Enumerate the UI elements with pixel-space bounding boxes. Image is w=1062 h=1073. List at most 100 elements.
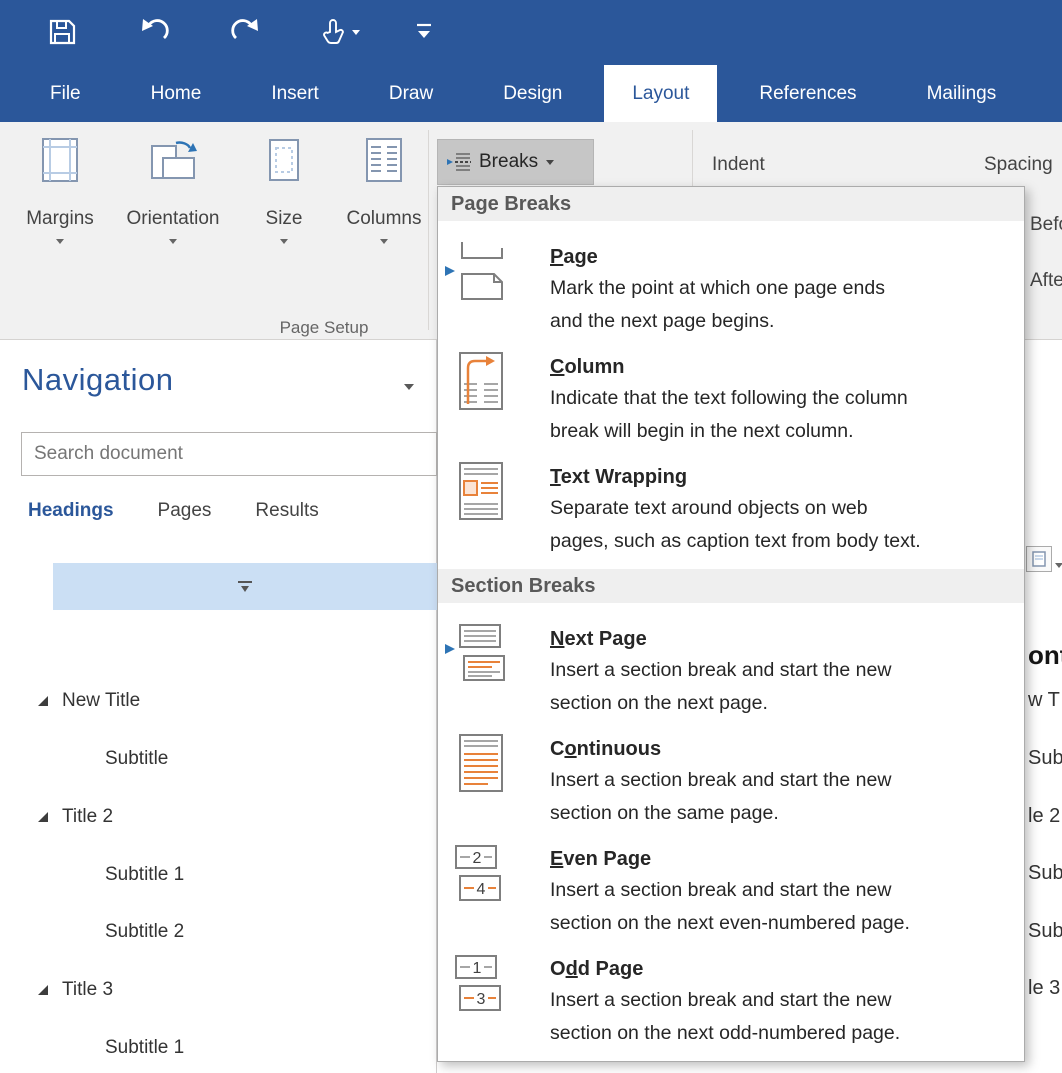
touch-mode-button[interactable] (304, 8, 376, 56)
column-break-icon (459, 352, 503, 410)
nav-tab-pages[interactable]: Pages (158, 500, 212, 522)
navigation-pane: Navigation Headings Pages Results New Ti… (0, 340, 437, 1073)
save-icon (49, 19, 76, 45)
nav-item-label: Subtitle (105, 748, 169, 769)
chevron-down-icon (380, 239, 388, 244)
orientation-button[interactable]: Orientation (118, 136, 228, 244)
document-text-fragment: le 3 (1028, 977, 1061, 999)
tab-draw[interactable]: Draw (361, 65, 461, 122)
breaks-menu-item-text-wrapping[interactable]: Text Wrapping Separate text around objec… (438, 441, 1024, 551)
section-breaks-section-header: Section Breaks (438, 569, 1024, 603)
menu-item-description: Separate text around objects on web page… (550, 497, 921, 551)
nav-tab-results[interactable]: Results (255, 500, 318, 522)
nav-item-label: Title 3 (62, 979, 114, 1000)
spacing-before-label-partial: Befo (1030, 214, 1062, 235)
nav-item-label: Title 2 (62, 806, 114, 827)
svg-text:1: 1 (473, 960, 482, 977)
tab-file[interactable]: File (22, 65, 109, 122)
tab-references[interactable]: References (731, 65, 884, 122)
nav-item-new-title[interactable]: New Title (0, 681, 436, 721)
menu-item-description: Mark the point at which one page ends an… (550, 277, 885, 331)
breaks-menu-item-continuous[interactable]: Continuous Insert a section break and st… (438, 713, 1024, 823)
breaks-button[interactable]: Breaks (437, 139, 594, 185)
document-text-fragment: Sub (1028, 747, 1062, 769)
document-top-marker-icon (238, 580, 252, 592)
navigation-tabs: Headings Pages Results (28, 500, 319, 522)
menu-item-title: Even Page (550, 848, 652, 870)
navigation-options-caret[interactable] (404, 384, 414, 390)
nav-item-label: Subtitle 1 (105, 864, 185, 885)
nav-item-label: New Title (62, 690, 141, 711)
nav-item-subtitle-1[interactable]: Subtitle 1 (0, 855, 436, 895)
partial-dropdown-button[interactable] (1026, 546, 1062, 572)
tab-home[interactable]: Home (123, 65, 230, 122)
size-icon (269, 139, 299, 181)
page-break-small-icon (447, 153, 471, 171)
collapse-triangle-icon[interactable] (38, 696, 48, 706)
spacing-after-label-partial: Afte (1030, 270, 1062, 291)
tab-mailings[interactable]: Mailings (899, 65, 1025, 122)
margins-icon (42, 138, 78, 182)
collapse-triangle-icon[interactable] (38, 812, 48, 822)
spacing-label: Spacing (984, 154, 1053, 175)
breaks-menu-item-column[interactable]: Column Indicate that the text following … (438, 331, 1024, 441)
document-text-fragment: Sub (1028, 920, 1062, 942)
breaks-dropdown-menu: Page Breaks Page Mark the point at which… (437, 186, 1025, 1062)
breaks-menu-item-even-page[interactable]: 2 4 Even Page Insert a section break and… (438, 823, 1024, 933)
undo-button[interactable] (126, 8, 182, 56)
chevron-down-icon (56, 239, 64, 244)
navigation-pane-title: Navigation (22, 362, 174, 397)
breaks-menu-item-next-page[interactable]: Next Page Insert a section break and sta… (438, 603, 1024, 713)
customize-qat-button[interactable] (396, 8, 452, 56)
nav-item-title-3[interactable]: Title 3 (0, 970, 436, 1010)
menu-item-description: Indicate that the text following the col… (550, 387, 908, 441)
continuous-icon (459, 734, 503, 792)
margins-button[interactable]: Margins (14, 136, 106, 244)
menu-item-title: Text Wrapping (550, 466, 688, 488)
page-setup-group-label: Page Setup (279, 318, 369, 337)
breaks-label: Breaks (479, 151, 539, 172)
menu-item-description: Insert a section break and start the new… (550, 989, 901, 1043)
breaks-menu-item-odd-page[interactable]: 1 3 Odd Page Insert a section break and … (438, 933, 1024, 1043)
nav-selected-heading[interactable] (53, 563, 437, 610)
save-button[interactable] (34, 8, 90, 56)
nav-item-title-2[interactable]: Title 2 (0, 797, 436, 837)
svg-text:2: 2 (473, 850, 482, 867)
undo-icon (142, 19, 169, 40)
indent-label: Indent (712, 154, 765, 175)
columns-label: Columns (346, 208, 422, 229)
tab-insert[interactable]: Insert (243, 65, 347, 122)
tab-layout[interactable]: Layout (604, 65, 718, 122)
svg-text:3: 3 (477, 991, 486, 1008)
chevron-down-icon (546, 159, 555, 165)
document-text-fragment: Sub (1028, 862, 1062, 884)
collapse-triangle-icon[interactable] (38, 985, 48, 995)
chevron-down-icon (169, 239, 177, 244)
chevron-down-icon (352, 29, 360, 35)
size-button[interactable]: Size (244, 136, 324, 244)
redo-button[interactable] (218, 8, 274, 56)
nav-item-subtitle-2[interactable]: Subtitle 2 (0, 912, 436, 952)
nav-tab-headings[interactable]: Headings (28, 500, 114, 522)
quick-access-toolbar (0, 0, 1062, 65)
customize-qat-icon (417, 23, 431, 38)
nav-item-subtitle-1b[interactable]: Subtitle 1 (0, 1028, 436, 1068)
size-label: Size (265, 208, 303, 229)
columns-button[interactable]: Columns (336, 136, 432, 244)
search-input[interactable] (21, 432, 437, 476)
menu-item-description: Insert a section break and start the new… (550, 879, 910, 933)
page-breaks-section-header: Page Breaks (438, 187, 1024, 221)
menu-item-title: Odd Page (550, 958, 644, 980)
menu-item-description: Insert a section break and start the new… (550, 659, 892, 713)
menu-item-description: Insert a section break and start the new… (550, 769, 892, 823)
nav-item-subtitle[interactable]: Subtitle (0, 739, 436, 779)
document-text-fragment: w T (1028, 689, 1060, 711)
even-page-icon: 2 4 (455, 845, 501, 901)
menu-item-title: Next Page (550, 628, 647, 650)
document-text-fragment: ont (1028, 640, 1062, 670)
tab-design[interactable]: Design (475, 65, 590, 122)
margins-label: Margins (26, 208, 94, 229)
page-break-icon (445, 242, 503, 300)
redo-icon (231, 19, 258, 40)
breaks-menu-item-page[interactable]: Page Mark the point at which one page en… (438, 221, 1024, 331)
